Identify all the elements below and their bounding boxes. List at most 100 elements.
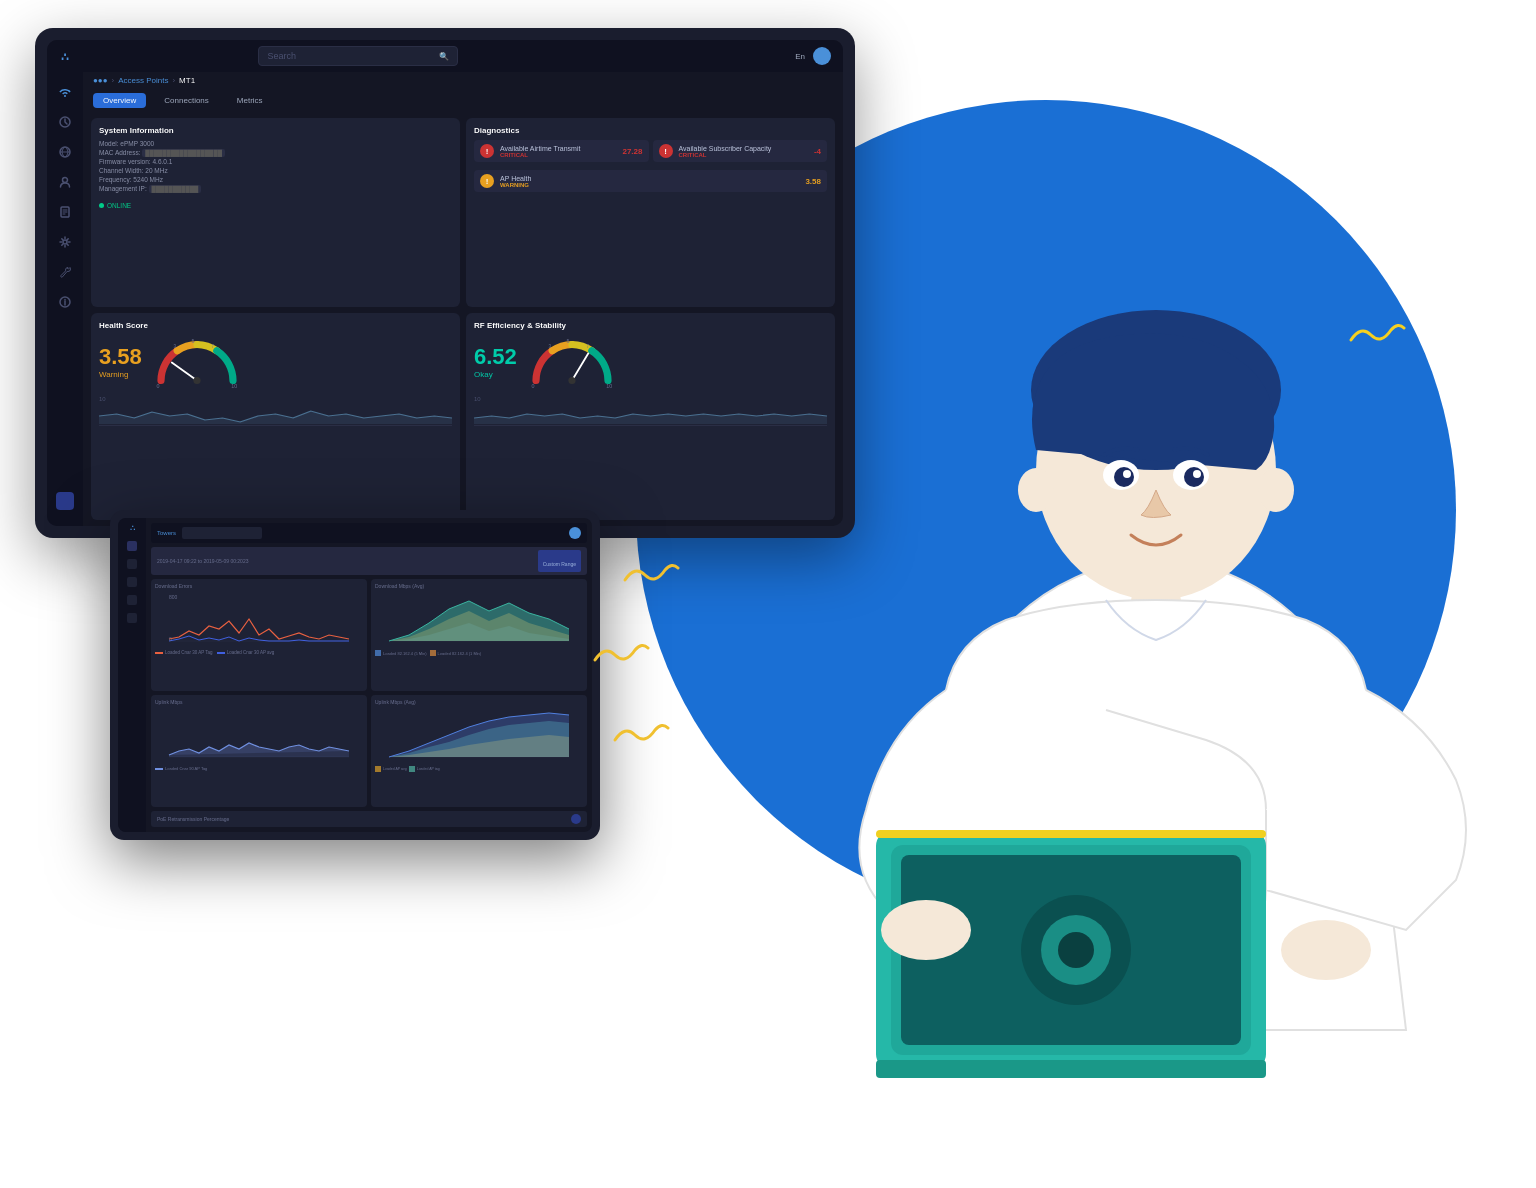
tablet-secondary-screen: ∴ Towers 2019-04-17 09:22 to 2019-05-09 … bbox=[118, 518, 592, 832]
svg-point-56 bbox=[1281, 920, 1371, 980]
model-label: Model: bbox=[99, 140, 119, 147]
chart-legend-3: Loaded Cnar 90 AP Tag bbox=[155, 766, 363, 771]
status-badge: ONLINE bbox=[99, 202, 131, 209]
tabs-bar: Overview Connections Metrics bbox=[83, 89, 843, 112]
rf-title: RF Efficiency & Stability bbox=[474, 321, 827, 330]
tab-connections[interactable]: Connections bbox=[154, 93, 218, 108]
svg-text:0: 0 bbox=[156, 382, 159, 388]
sidebar-dot bbox=[56, 492, 74, 510]
chart-download-mbps: Download Mbps (Avg) Loaded 82.162.4 (5 M… bbox=[371, 579, 587, 691]
tablet2-topbar: Towers bbox=[151, 523, 587, 543]
model-row: Model: ePMP 3000 bbox=[99, 140, 452, 147]
tablet-main-screen: ∴ bbox=[47, 40, 843, 526]
svg-point-55 bbox=[881, 900, 971, 960]
frequency-label: Frequency: bbox=[99, 176, 132, 183]
svg-marker-34 bbox=[389, 713, 569, 757]
svg-point-52 bbox=[1058, 932, 1094, 968]
channel-value: 20 MHz bbox=[145, 167, 167, 174]
diag-row-aphealth: ! AP Health WARNING 3.58 bbox=[474, 170, 827, 192]
tablet2-breadcrumb: Towers bbox=[157, 530, 176, 536]
chart-legend-4: Loaded AP avg Loaded AP tag bbox=[375, 766, 583, 772]
diag-row-subscriber: ! Available Subscriber Capacity CRITICAL… bbox=[653, 140, 828, 162]
tablet2-main: Towers 2019-04-17 09:22 to 2019-05-09 00… bbox=[146, 518, 592, 832]
diagnostics-title: Diagnostics bbox=[474, 126, 827, 135]
date-range-bar: 2019-04-17 09:22 to 2019-05-09 00:2023 C… bbox=[151, 547, 587, 575]
tablet2-dot bbox=[571, 814, 581, 824]
chart-uplink-avg: Uplink Mbps (Avg) Loaded AP avg bbox=[371, 695, 587, 807]
legend-item-1a: Loaded Cnar 30 AP Tag bbox=[155, 650, 213, 655]
diagnostics-panel: Diagnostics ! Available Airtime Transmit… bbox=[466, 118, 835, 307]
mac-value: ██████████████████ bbox=[142, 149, 225, 157]
svg-text:10: 10 bbox=[606, 382, 612, 388]
svg-rect-54 bbox=[876, 830, 1266, 838]
date-range-text: 2019-04-17 09:22 to 2019-05-09 00:2023 bbox=[157, 558, 248, 564]
breadcrumb-access-points[interactable]: Access Points bbox=[118, 76, 168, 85]
sidebar-icon-wifi[interactable] bbox=[57, 84, 73, 100]
topbar-right: En bbox=[795, 47, 831, 65]
svg-rect-53 bbox=[876, 1060, 1266, 1078]
svg-text:5: 5 bbox=[191, 337, 194, 343]
diag-label-airtime: Available Airtime Transmit CRITICAL bbox=[500, 145, 616, 158]
search-placeholder: Search bbox=[267, 51, 296, 61]
legend-item-1b: Loaded Cnar 30 AP avg bbox=[217, 650, 275, 655]
sidebar-icon-clock[interactable] bbox=[57, 114, 73, 130]
date-range-button[interactable]: Custom Range bbox=[538, 550, 581, 572]
mgmt-value: ███████████ bbox=[149, 185, 202, 193]
firmware-value: 4.6.0.1 bbox=[152, 158, 172, 165]
frequency-row: Frequency: 5240 MHz bbox=[99, 176, 452, 183]
diag-value-subscriber: -4 bbox=[814, 147, 821, 156]
breadcrumb: ●●● › Access Points › MT1 bbox=[83, 72, 843, 89]
rf-efficiency-panel: RF Efficiency & Stability 6.52 Okay bbox=[466, 313, 835, 521]
user-avatar[interactable] bbox=[813, 47, 831, 65]
diag-text-airtime: Available Airtime Transmit bbox=[500, 145, 616, 152]
health-score-display: 3.58 Warning bbox=[99, 346, 142, 379]
rf-inner: 6.52 Okay bbox=[474, 335, 827, 390]
tablet2-search[interactable] bbox=[182, 527, 262, 539]
mac-row: MAC Address: ██████████████████ bbox=[99, 149, 452, 156]
rf-gauge-svg: 0 10 5 3 7 bbox=[527, 335, 617, 390]
svg-text:10: 10 bbox=[231, 382, 237, 388]
chart-svg-3 bbox=[155, 707, 363, 762]
svg-line-6 bbox=[172, 362, 197, 380]
chart-svg-1: 800 0 bbox=[155, 591, 363, 646]
health-chart-label: 10 bbox=[99, 396, 106, 402]
svg-marker-30 bbox=[169, 743, 349, 757]
rf-score-value: 6.52 bbox=[474, 346, 517, 368]
svg-text:5: 5 bbox=[566, 337, 569, 343]
sidebar-icon-user[interactable] bbox=[57, 174, 73, 190]
search-bar[interactable]: Search 🔍 bbox=[258, 46, 458, 66]
svg-text:0: 0 bbox=[169, 636, 172, 642]
health-score-panel: Health Score 3.58 Warning bbox=[91, 313, 460, 521]
svg-point-2 bbox=[63, 178, 68, 183]
squiggle-4 bbox=[1346, 320, 1406, 350]
svg-point-43 bbox=[1193, 470, 1201, 478]
mgmt-label: Management IP: bbox=[99, 185, 147, 192]
sidebar-icon-info[interactable] bbox=[57, 294, 73, 310]
sidebar-icon-doc[interactable] bbox=[57, 204, 73, 220]
svg-marker-13 bbox=[99, 411, 452, 424]
breadcrumb-parent: ●●● bbox=[93, 76, 108, 85]
tablet2-charts-grid: Download Errors 800 0 Loaded Cnar 30 AP … bbox=[151, 579, 587, 807]
health-gauge: 0 10 5 3 7 bbox=[152, 335, 242, 390]
status-text: ONLINE bbox=[107, 202, 131, 209]
language-selector[interactable]: En bbox=[795, 52, 805, 61]
health-gauge-svg: 0 10 5 3 7 bbox=[152, 335, 242, 390]
tab-overview[interactable]: Overview bbox=[93, 93, 146, 108]
sidebar-icon-wrench[interactable] bbox=[57, 264, 73, 280]
legend-item-4b: Loaded AP tag bbox=[409, 766, 440, 772]
sidebar-icon-gear[interactable] bbox=[57, 234, 73, 250]
tab-metrics[interactable]: Metrics bbox=[227, 93, 273, 108]
chart-legend-2: Loaded 82.162.4 (5 Min) Loaded 82.162.4 … bbox=[375, 650, 583, 656]
svg-point-7 bbox=[193, 376, 200, 383]
svg-point-4 bbox=[63, 240, 67, 244]
health-score-label: Warning bbox=[99, 370, 142, 379]
mac-label: MAC Address: bbox=[99, 149, 141, 156]
chart-title-1: Download Errors bbox=[155, 583, 363, 589]
firmware-label: Firmware version: bbox=[99, 158, 151, 165]
svg-text:0: 0 bbox=[531, 382, 534, 388]
frequency-value: 5240 MHz bbox=[133, 176, 163, 183]
rf-score-label: Okay bbox=[474, 370, 517, 379]
sidebar-icon-globe[interactable] bbox=[57, 144, 73, 160]
squiggle-1 bbox=[620, 560, 680, 590]
diag-status-aphealth: WARNING bbox=[500, 182, 799, 188]
